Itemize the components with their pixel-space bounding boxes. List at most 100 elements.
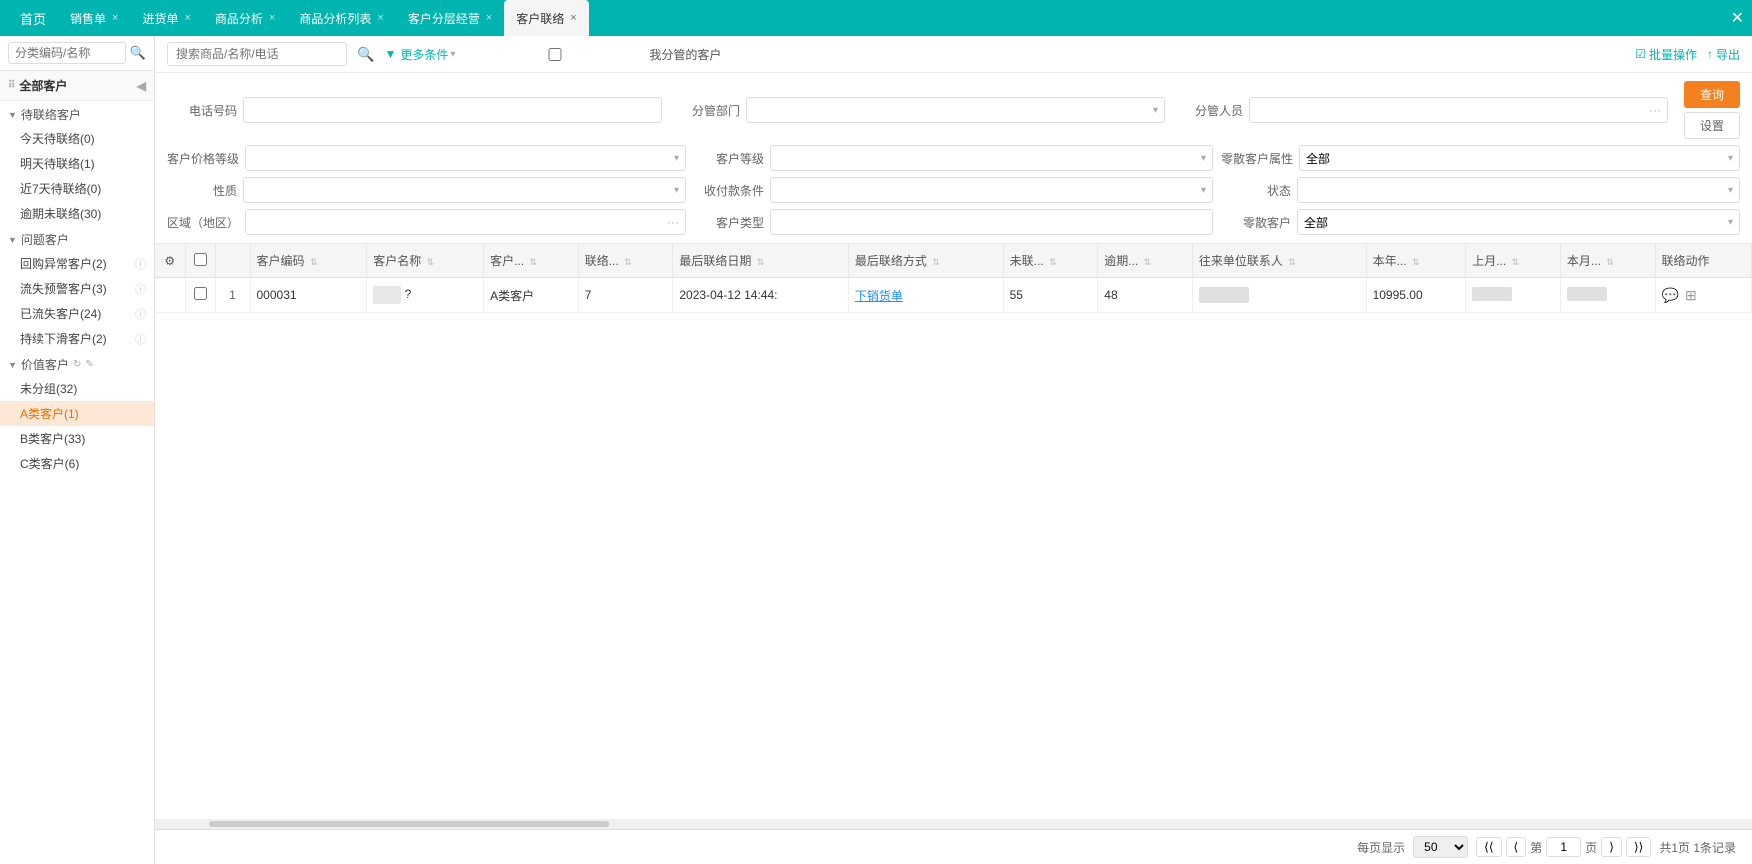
edit-icon[interactable]: ✎: [85, 359, 93, 370]
sidebar-problem-customers-group[interactable]: ▼ 问题客户: [0, 226, 154, 251]
chevron-down-icon: ▾: [450, 49, 455, 60]
close-analysis-tab[interactable]: ×: [269, 12, 275, 24]
last-contact-way-link[interactable]: 下销货单: [855, 289, 903, 303]
filter-dept-select[interactable]: ▾: [746, 97, 1165, 123]
th-settings[interactable]: ⚙: [155, 244, 185, 278]
more-filter-button[interactable]: ▼ 更多条件 ▾: [384, 46, 455, 63]
close-customer-tier-tab[interactable]: ×: [486, 12, 492, 24]
th-type: 客户... ⇅: [484, 244, 579, 278]
sidebar-item-b-class[interactable]: B类客户(33): [0, 426, 154, 451]
last-page-button[interactable]: ⟩⟩: [1626, 837, 1651, 857]
close-analysis-list-tab[interactable]: ×: [377, 12, 383, 24]
arrow-down-icon: ▾: [1153, 105, 1158, 116]
per-page-select[interactable]: 50 100 200: [1413, 836, 1468, 858]
sidebar-all-customers-header[interactable]: ⠿ 全部客户 ◀: [0, 71, 154, 101]
settings-button[interactable]: 设置: [1684, 112, 1740, 139]
filter-price-level-select[interactable]: ▾: [245, 145, 686, 171]
sort-icon-last-month[interactable]: ⇅: [1512, 257, 1520, 267]
sort-icon-code[interactable]: ⇅: [310, 257, 318, 267]
sidebar-item-today[interactable]: 今天待联络(0): [0, 126, 154, 151]
filter-phone-input[interactable]: [243, 97, 662, 123]
nav-tab-purchase[interactable]: 进货单 ×: [130, 0, 202, 36]
th-checkbox: [185, 244, 215, 278]
sort-icon-contact[interactable]: ⇅: [624, 257, 632, 267]
close-all-tabs[interactable]: ✕: [1731, 8, 1744, 28]
filter-icon: ▼: [384, 47, 396, 61]
arrow-down-icon-2: ▾: [674, 153, 679, 164]
close-purchase-tab[interactable]: ×: [184, 12, 190, 24]
sidebar-value-customers-group[interactable]: ▼ 价值客户 ↻ ✎: [0, 351, 154, 376]
main-layout: 🔍 ⠿ 全部客户 ◀ ▼ 待联络客户 今天待联络(0) 明天待联络(1) 近7天…: [0, 36, 1752, 864]
sidebar-item-repurchase-abnormal[interactable]: 回购异常客户(2) ⓘ: [0, 251, 154, 276]
sidebar-item-churned[interactable]: 已流失客户(24) ⓘ: [0, 301, 154, 326]
filter-payment-select[interactable]: ▾: [770, 177, 1213, 203]
my-customer-checkbox-label[interactable]: 我分管的客户: [465, 46, 721, 63]
th-no-contact: 未联... ⇅: [1003, 244, 1098, 278]
close-customer-contact-tab[interactable]: ×: [570, 12, 576, 24]
nav-tab-sales[interactable]: 销售单 ×: [58, 0, 130, 36]
sort-icon-type[interactable]: ⇅: [529, 257, 537, 267]
main-search-input[interactable]: [167, 42, 347, 66]
close-sales-tab[interactable]: ×: [112, 12, 118, 24]
filter-customer-level-select[interactable]: ▾: [770, 145, 1213, 171]
filter-manager-input[interactable]: ···: [1249, 97, 1668, 123]
sidebar-search-icon[interactable]: 🔍: [130, 45, 146, 61]
query-button[interactable]: 查询: [1684, 81, 1740, 108]
sidebar-item-tomorrow[interactable]: 明天待联络(1): [0, 151, 154, 176]
sort-icon-this-year[interactable]: ⇅: [1412, 257, 1420, 267]
sidebar-item-a-class[interactable]: A类客户(1): [0, 401, 154, 426]
sidebar-item-ungrouped[interactable]: 未分组(32): [0, 376, 154, 401]
nav-tab-analysis-list[interactable]: 商品分析列表 ×: [287, 0, 395, 36]
horizontal-scrollbar[interactable]: [155, 819, 1752, 829]
sidebar-search-input[interactable]: [8, 42, 126, 64]
my-customer-checkbox[interactable]: [465, 48, 645, 61]
page-number-input[interactable]: [1546, 837, 1581, 857]
chat-icon[interactable]: 💬: [1662, 287, 1679, 304]
sort-icon-this-month[interactable]: ⇅: [1606, 257, 1614, 267]
td-code: 000031: [250, 278, 367, 313]
sort-icon-way[interactable]: ⇅: [932, 257, 940, 267]
sidebar-item-c-class[interactable]: C类客户(6): [0, 451, 154, 476]
td-settings: [155, 278, 185, 313]
filter-phone: 电话号码: [167, 97, 662, 123]
sort-icon-date[interactable]: ⇅: [757, 257, 765, 267]
sort-icon-no-contact[interactable]: ⇅: [1049, 257, 1057, 267]
sort-icon-unit-contact[interactable]: ⇅: [1288, 257, 1296, 267]
nav-tab-customer-tier[interactable]: 客户分层经营 ×: [396, 0, 504, 36]
sidebar-item-7days[interactable]: 近7天待联络(0): [0, 176, 154, 201]
first-page-button[interactable]: ⟨⟨: [1476, 837, 1501, 857]
filter-nature-select[interactable]: ▾: [243, 177, 686, 203]
unit-contact-placeholder: [1199, 287, 1249, 303]
main-search-button[interactable]: 🔍: [357, 46, 374, 63]
arrow-down-icon-4: ▾: [1728, 153, 1733, 164]
export-button[interactable]: ↑ 导出: [1707, 46, 1740, 63]
sidebar-item-churn-warning[interactable]: 流失预警客户(3) ⓘ: [0, 276, 154, 301]
batch-op-button[interactable]: ☑ 批量操作: [1635, 46, 1697, 63]
nav-home[interactable]: 首页: [8, 9, 58, 28]
filter-status-select[interactable]: ▾: [1297, 177, 1740, 203]
filter-retail-attr-select[interactable]: 全部▾: [1299, 145, 1740, 171]
filter-region-input[interactable]: ···: [245, 209, 686, 235]
filter-price-level-label: 客户价格等级: [167, 150, 239, 167]
next-page-button[interactable]: ⟩: [1601, 837, 1622, 857]
batch-op-icon: ☑: [1635, 47, 1646, 61]
row-checkbox[interactable]: [194, 287, 207, 300]
collapse-icon[interactable]: ◀: [137, 79, 146, 93]
sidebar-item-declining[interactable]: 持续下滑客户(2) ⓘ: [0, 326, 154, 351]
name-avatar: [373, 286, 401, 304]
info-icon-3: ⓘ: [135, 306, 146, 322]
grid-icon[interactable]: ⊞: [1685, 287, 1697, 304]
prev-page-button[interactable]: ⟨: [1506, 837, 1527, 857]
sidebar-pending-contact-group[interactable]: ▼ 待联络客户: [0, 101, 154, 126]
advanced-filter-panel: 电话号码 分管部门 ▾ 分管人员 ··· 查询 设置: [155, 73, 1752, 244]
filter-customer-type-input[interactable]: [770, 209, 1213, 235]
sidebar-item-overdue[interactable]: 逾期未联络(30): [0, 201, 154, 226]
filter-retail-customer-select[interactable]: 全部▾: [1297, 209, 1740, 235]
sort-icon-overdue[interactable]: ⇅: [1144, 257, 1152, 267]
scrollbar-thumb[interactable]: [209, 821, 609, 827]
refresh-icon[interactable]: ↻: [73, 359, 81, 370]
select-all-checkbox[interactable]: [194, 253, 207, 266]
nav-tab-customer-contact[interactable]: 客户联络 ×: [504, 0, 588, 36]
nav-tab-analysis[interactable]: 商品分析 ×: [203, 0, 287, 36]
sort-icon-name[interactable]: ⇅: [427, 257, 435, 267]
